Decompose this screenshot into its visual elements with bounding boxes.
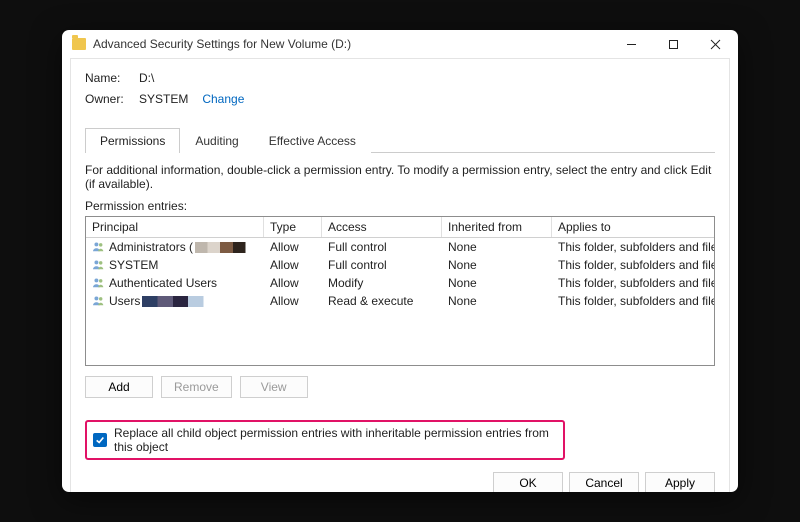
- col-applies[interactable]: Applies to: [552, 217, 714, 237]
- tab-auditing[interactable]: Auditing: [180, 128, 253, 153]
- cell-inherited: None: [442, 258, 552, 272]
- ok-button[interactable]: OK: [493, 472, 563, 492]
- users-icon: [92, 295, 106, 307]
- cancel-button[interactable]: Cancel: [569, 472, 639, 492]
- dialog-body: Name: D:\ Owner: SYSTEM Change Permissio…: [70, 58, 730, 492]
- window-title: Advanced Security Settings for New Volum…: [93, 37, 610, 51]
- maximize-button[interactable]: [652, 30, 694, 58]
- permissions-table: Principal Type Access Inherited from App…: [85, 216, 715, 366]
- owner-row: Owner: SYSTEM Change: [85, 92, 715, 106]
- folder-icon: [72, 38, 86, 50]
- name-label: Name:: [85, 71, 139, 85]
- add-button[interactable]: Add: [85, 376, 153, 398]
- cell-inherited: None: [442, 276, 552, 290]
- cell-type: Allow: [264, 294, 322, 308]
- cell-applies: This folder, subfolders and files: [552, 240, 714, 254]
- cell-principal: Administrators (: [86, 240, 264, 254]
- cell-access: Full control: [322, 258, 442, 272]
- cell-applies: This folder, subfolders and files: [552, 276, 714, 290]
- owner-value: SYSTEM: [139, 92, 188, 106]
- redacted-text: [195, 242, 258, 253]
- cell-type: Allow: [264, 258, 322, 272]
- table-row[interactable]: UsersAllowRead & executeNoneThis folder,…: [86, 292, 714, 310]
- redacted-text: [142, 296, 212, 307]
- titlebar: Advanced Security Settings for New Volum…: [62, 30, 738, 58]
- users-icon: [92, 241, 106, 253]
- cell-principal: SYSTEM: [86, 258, 264, 272]
- replace-child-checkbox[interactable]: [93, 433, 107, 447]
- cell-principal: Users: [86, 294, 264, 308]
- replace-child-highlight: Replace all child object permission entr…: [85, 420, 565, 460]
- apply-button[interactable]: Apply: [645, 472, 715, 492]
- cell-applies: This folder, subfolders and files: [552, 258, 714, 272]
- cell-principal: Authenticated Users: [86, 276, 264, 290]
- table-row[interactable]: SYSTEMAllowFull controlNoneThis folder, …: [86, 256, 714, 274]
- table-row[interactable]: Authenticated UsersAllowModifyNoneThis f…: [86, 274, 714, 292]
- window-controls: [610, 30, 736, 58]
- replace-child-label: Replace all child object permission entr…: [114, 426, 557, 454]
- entries-label: Permission entries:: [85, 199, 715, 213]
- users-icon: [92, 277, 106, 289]
- dialog-footer: OK Cancel Apply: [85, 460, 715, 492]
- close-button[interactable]: [694, 30, 736, 58]
- col-access[interactable]: Access: [322, 217, 442, 237]
- cell-applies: This folder, subfolders and files: [552, 294, 714, 308]
- table-row[interactable]: Administrators (AllowFull controlNoneThi…: [86, 238, 714, 256]
- cell-type: Allow: [264, 276, 322, 290]
- cell-inherited: None: [442, 240, 552, 254]
- table-body: Administrators (AllowFull controlNoneThi…: [86, 238, 714, 310]
- cell-access: Full control: [322, 240, 442, 254]
- table-header: Principal Type Access Inherited from App…: [86, 217, 714, 238]
- window: Advanced Security Settings for New Volum…: [62, 30, 738, 492]
- users-icon: [92, 259, 106, 271]
- row-actions: Add Remove View: [85, 376, 715, 398]
- name-row: Name: D:\: [85, 71, 715, 85]
- cell-access: Modify: [322, 276, 442, 290]
- view-button[interactable]: View: [240, 376, 308, 398]
- info-text: For additional information, double-click…: [85, 163, 715, 191]
- owner-label: Owner:: [85, 92, 139, 106]
- cell-inherited: None: [442, 294, 552, 308]
- change-owner-link[interactable]: Change: [202, 92, 244, 106]
- cell-type: Allow: [264, 240, 322, 254]
- minimize-button[interactable]: [610, 30, 652, 58]
- tab-permissions[interactable]: Permissions: [85, 128, 180, 153]
- col-inherited[interactable]: Inherited from: [442, 217, 552, 237]
- cell-access: Read & execute: [322, 294, 442, 308]
- col-principal[interactable]: Principal: [86, 217, 264, 237]
- tabs: Permissions Auditing Effective Access: [85, 127, 715, 153]
- col-type[interactable]: Type: [264, 217, 322, 237]
- remove-button[interactable]: Remove: [161, 376, 232, 398]
- name-value: D:\: [139, 71, 154, 85]
- tab-effective-access[interactable]: Effective Access: [254, 128, 371, 153]
